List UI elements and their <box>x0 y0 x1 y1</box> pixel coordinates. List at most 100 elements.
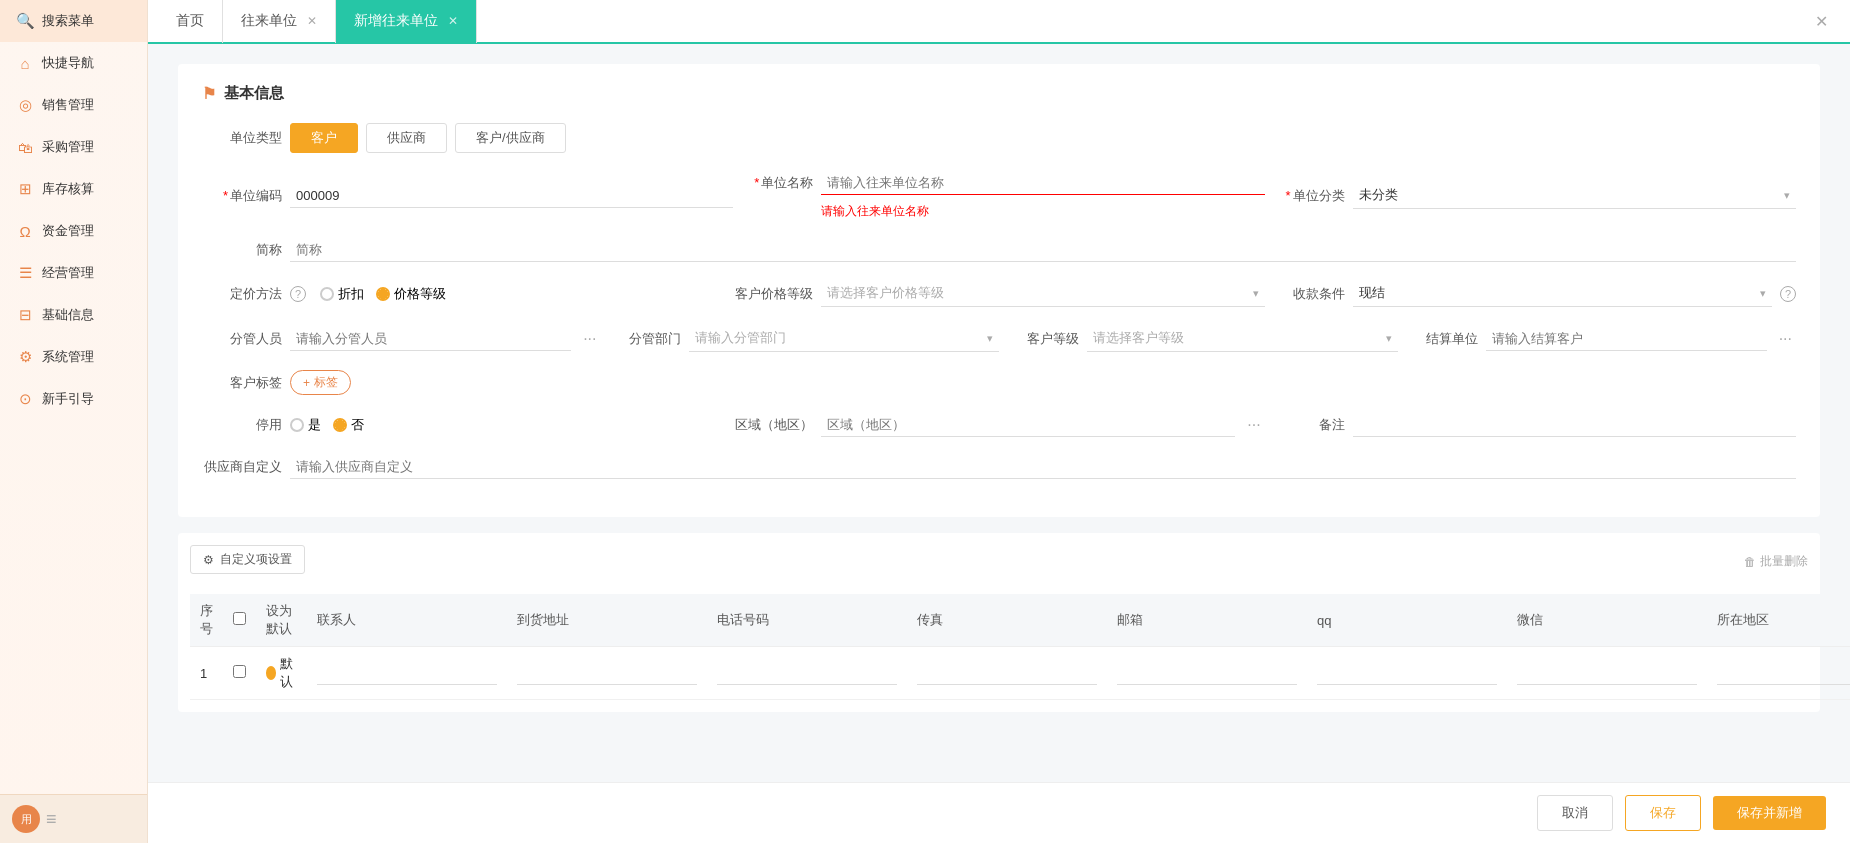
sidebar-item-search-menu[interactable]: 🔍 搜索菜单 <box>0 0 147 42</box>
unit-type-supplier-btn[interactable]: 供应商 <box>366 123 447 153</box>
payment-terms-group: 收款条件 现结 ▾ ? <box>1265 280 1796 307</box>
department-label: 分管部门 <box>601 330 681 348</box>
col-region: 所在地区 <box>1707 594 1850 647</box>
unit-category-group: *单位分类 未分类 ▾ <box>1265 182 1796 209</box>
col-default: 设为默认 <box>256 594 307 647</box>
sidebar-item-fund-mgmt[interactable]: Ω 资金管理 <box>0 210 147 252</box>
col-fax: 传真 <box>907 594 1107 647</box>
settlement-input[interactable] <box>1486 327 1767 351</box>
sidebar-item-label: 销售管理 <box>42 96 94 114</box>
wechat-input[interactable] <box>1517 661 1697 685</box>
manager-input[interactable] <box>290 327 571 351</box>
search-menu-icon: 🔍 <box>16 12 34 30</box>
sales-icon: ◎ <box>16 96 34 114</box>
disabled-no-radio[interactable]: 否 <box>333 416 364 434</box>
settlement-unit-group: 结算单位 ··· <box>1398 327 1797 351</box>
col-email: 邮箱 <box>1107 594 1307 647</box>
pricing-row: 定价方法 ? 折扣 价格等级 客户价格等级 <box>202 280 1796 307</box>
customer-level-select[interactable]: 请选择客户等级 ▾ <box>1087 325 1398 352</box>
save-button[interactable]: 保存 <box>1625 795 1701 831</box>
manager-more-btn[interactable]: ··· <box>579 330 600 348</box>
row-seq: 1 <box>190 647 223 700</box>
unit-name-input[interactable] <box>821 171 1264 195</box>
sidebar-item-stock-calc[interactable]: ⊞ 库存核算 <box>0 168 147 210</box>
payment-terms-select[interactable]: 现结 ▾ <box>1353 280 1772 307</box>
yes-radio-circle <box>290 418 304 432</box>
remarks-input[interactable] <box>1353 413 1796 437</box>
col-wechat: 微信 <box>1507 594 1707 647</box>
phone-input[interactable] <box>717 661 897 685</box>
short-name-input[interactable] <box>290 238 1796 262</box>
basic-info-section: ⚑ 基本信息 单位类型 客户 供应商 客户/供应商 *单位编码 <box>178 64 1820 517</box>
customer-level-chevron: ▾ <box>1386 332 1392 345</box>
remarks-group: 备注 <box>1265 413 1796 437</box>
region-more-btn[interactable]: ··· <box>1243 416 1264 434</box>
email-input[interactable] <box>1117 661 1297 685</box>
short-name-group: 简称 <box>202 238 1796 262</box>
short-name-row: 简称 <box>202 238 1796 262</box>
row-checkbox-cell <box>223 647 256 700</box>
sidebar-item-guide[interactable]: ⊙ 新手引导 <box>0 378 147 420</box>
unit-type-label: 单位类型 <box>202 129 282 147</box>
tab-home[interactable]: 首页 <box>158 0 223 43</box>
row-checkbox[interactable] <box>233 665 246 678</box>
row-region-input[interactable] <box>1717 661 1850 685</box>
tab-partner-close[interactable]: ✕ <box>307 14 317 28</box>
disabled-yes-radio[interactable]: 是 <box>290 416 321 434</box>
fax-input[interactable] <box>917 661 1097 685</box>
qq-input[interactable] <box>1317 661 1497 685</box>
save-new-button[interactable]: 保存并新增 <box>1713 796 1826 830</box>
pricing-help-icon[interactable]: ? <box>290 286 306 302</box>
pricing-method-group: 定价方法 ? 折扣 价格等级 <box>202 285 733 303</box>
batch-delete-btn[interactable]: 🗑 批量删除 <box>1744 553 1808 570</box>
short-name-label: 简称 <box>202 241 282 259</box>
unit-type-customer-btn[interactable]: 客户 <box>290 123 358 153</box>
col-qq: qq <box>1307 594 1507 647</box>
sidebar-item-label: 采购管理 <box>42 138 94 156</box>
cancel-button[interactable]: 取消 <box>1537 795 1613 831</box>
unit-code-input[interactable] <box>290 184 733 208</box>
window-close-button[interactable]: ✕ <box>1803 12 1840 31</box>
row-contact <box>307 647 507 700</box>
pricing-level-radio[interactable]: 价格等级 <box>376 285 446 303</box>
user-expand-icon: ≡ <box>46 809 57 830</box>
unit-category-select[interactable]: 未分类 ▾ <box>1353 182 1796 209</box>
code-name-category-row: *单位编码 *单位名称 请输入往来单位名称 *单位分类 未分类 <box>202 171 1796 220</box>
tab-partner[interactable]: 往来单位 ✕ <box>223 0 336 43</box>
settlement-more-btn[interactable]: ··· <box>1775 330 1796 348</box>
plus-icon: + <box>303 376 310 390</box>
address-input[interactable] <box>517 661 697 685</box>
region-input[interactable] <box>821 413 1235 437</box>
sidebar-item-basic-info[interactable]: ⊟ 基础信息 <box>0 294 147 336</box>
dept-chevron: ▾ <box>987 332 993 345</box>
supplier-custom-input[interactable] <box>290 455 1796 479</box>
sidebar-item-purchase-mgmt[interactable]: 🛍 采购管理 <box>0 126 147 168</box>
sidebar-item-sales-mgmt[interactable]: ◎ 销售管理 <box>0 84 147 126</box>
sidebar-item-sys-mgmt[interactable]: ⚙ 系统管理 <box>0 336 147 378</box>
customer-price-level-select[interactable]: 请选择客户价格等级 ▾ <box>821 280 1264 307</box>
payment-terms-help-icon[interactable]: ? <box>1780 286 1796 302</box>
row-default-radio[interactable]: 默认 <box>266 655 297 691</box>
col-seq: 序号 <box>190 594 223 647</box>
sidebar-item-quick-nav[interactable]: ⌂ 快捷导航 <box>0 42 147 84</box>
unit-type-both-btn[interactable]: 客户/供应商 <box>455 123 566 153</box>
disabled-group: 停用 是 否 <box>202 416 733 434</box>
custom-settings-btn[interactable]: ⚙ 自定义项设置 <box>190 545 305 574</box>
manager-label: 分管人员 <box>202 330 282 348</box>
department-group: 分管部门 请输入分管部门 ▾ <box>601 325 1000 352</box>
customer-level-group: 客户等级 请选择客户等级 ▾ <box>999 325 1398 352</box>
sidebar-item-label: 快捷导航 <box>42 54 94 72</box>
contact-input[interactable] <box>317 661 497 685</box>
unit-category-label: *单位分类 <box>1265 187 1345 205</box>
discount-radio-circle <box>320 287 334 301</box>
tab-new-partner[interactable]: 新增往来单位 ✕ <box>336 0 477 43</box>
unit-code-group: *单位编码 <box>202 184 733 208</box>
pricing-discount-radio[interactable]: 折扣 <box>320 285 364 303</box>
row-region <box>1707 647 1850 700</box>
department-select[interactable]: 请输入分管部门 ▾ <box>689 325 1000 352</box>
select-all-checkbox[interactable] <box>233 612 246 625</box>
action-bar: 取消 保存 保存并新增 <box>148 782 1850 843</box>
sidebar-item-ops-mgmt[interactable]: ☰ 经营管理 <box>0 252 147 294</box>
tab-new-partner-close[interactable]: ✕ <box>448 14 458 28</box>
add-tag-btn[interactable]: + 标签 <box>290 370 351 395</box>
